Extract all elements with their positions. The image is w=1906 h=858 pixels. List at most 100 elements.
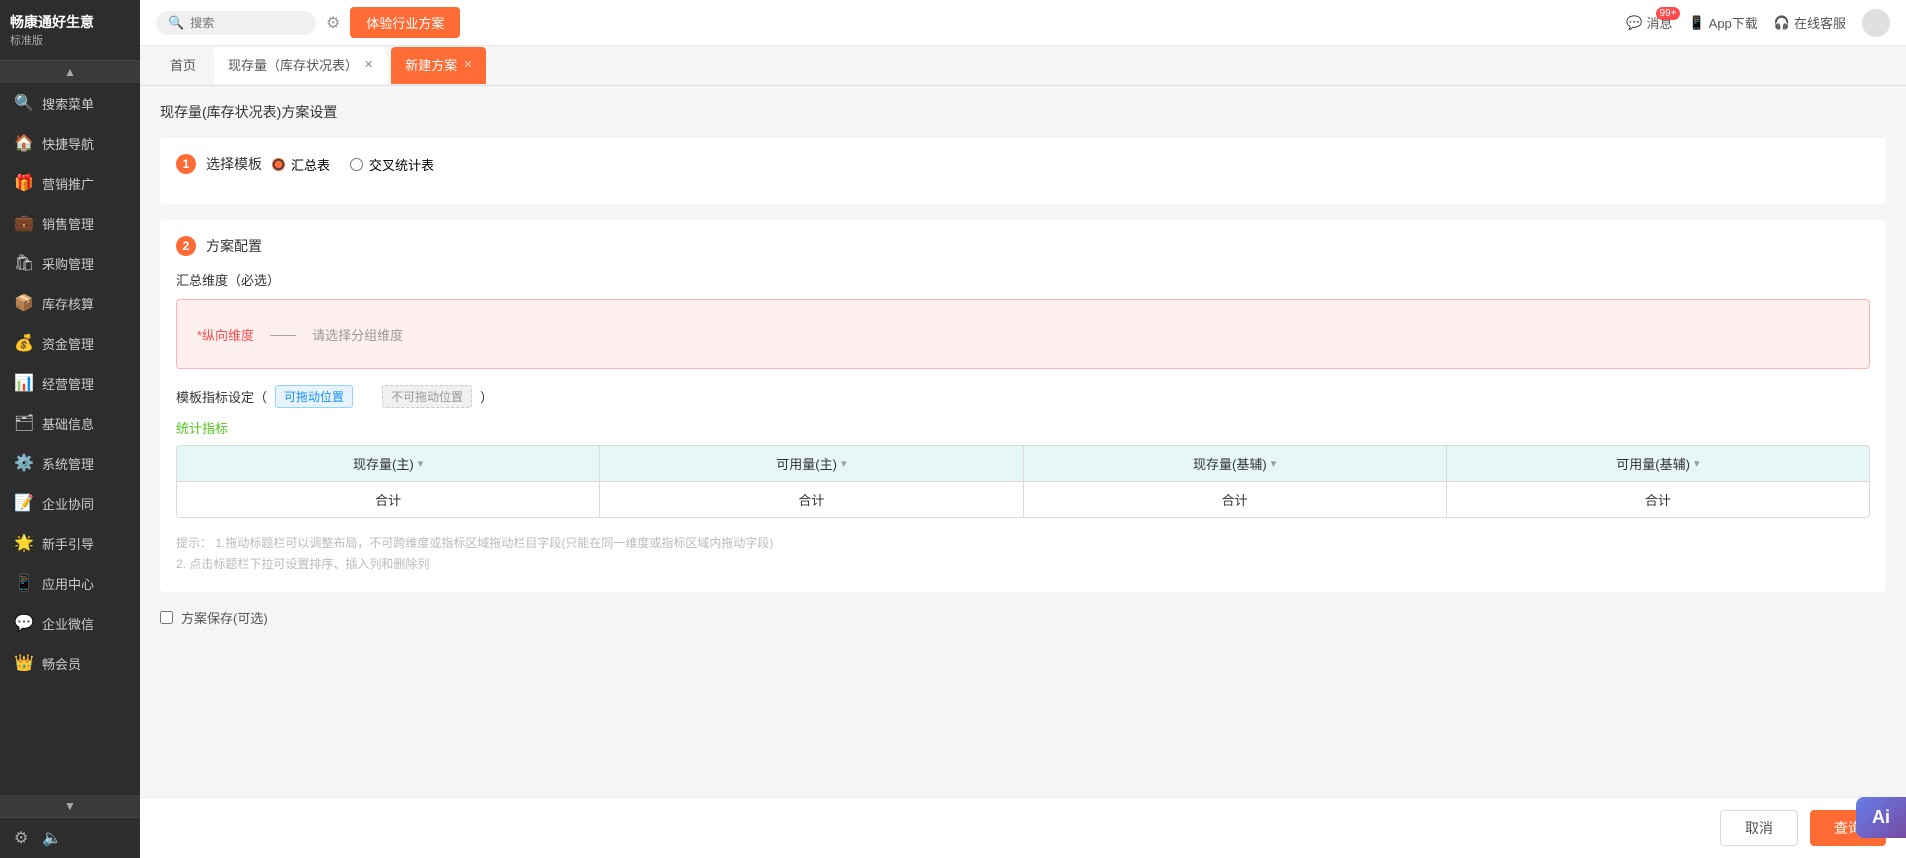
industry-btn[interactable]: 体验行业方案 xyxy=(350,7,460,38)
app-download-item[interactable]: 📱 App下载 xyxy=(1688,13,1757,32)
sidebar-item-search[interactable]: 🔍 搜索菜单 xyxy=(0,83,140,123)
sidebar-label-purchase: 采购管理 xyxy=(42,254,94,273)
sidebar-item-finance[interactable]: 💰 资金管理 xyxy=(0,323,140,363)
radio-cross-input[interactable] xyxy=(350,158,363,171)
tab-home[interactable]: 首页 xyxy=(156,47,210,84)
operations-icon: 📊 xyxy=(14,373,34,393)
search-icon: 🔍 xyxy=(168,15,184,31)
topbar-search[interactable]: 🔍 xyxy=(156,11,316,35)
step2-title: 方案配置 xyxy=(206,236,262,256)
chevron-down-icon-3: ▾ xyxy=(1694,457,1700,470)
metrics-table: 现存量(主) ▾ 可用量(主) ▾ 现存量(基辅) ▾ 可用量(基辅) xyxy=(176,445,1870,518)
metrics-settings: 模板指标设定（ 可拖动位置 不可拖动位置 ） 统计指标 现存量(主) ▾ 可 xyxy=(176,385,1870,572)
settings-icon[interactable]: ⚙ xyxy=(14,828,28,848)
col-data-1: 合计 xyxy=(600,482,1023,517)
tabs-bar: 首页 现存量（库存状况表） ✕ 新建方案 ✕ xyxy=(140,46,1906,86)
save-checkbox[interactable] xyxy=(160,611,173,624)
sidebar-item-inventory[interactable]: 📦 库存核算 xyxy=(0,283,140,323)
app-download-label: App下载 xyxy=(1709,13,1758,32)
tab-inventory-close[interactable]: ✕ xyxy=(364,58,373,71)
app-edition: 标准版 xyxy=(10,32,130,48)
col-label-2: 现存量(基辅) xyxy=(1193,454,1267,473)
cancel-button[interactable]: 取消 xyxy=(1720,810,1798,846)
sidebar-label-shortcut: 快捷导航 xyxy=(42,134,94,153)
step1-section: 1 选择模板 汇总表 交叉统计表 xyxy=(160,138,1886,204)
online-service-item[interactable]: 🎧 在线客服 xyxy=(1774,13,1846,32)
contract-icon: 📝 xyxy=(14,493,34,513)
apps-icon: 📱 xyxy=(14,573,34,593)
sidebar-item-apps[interactable]: 📱 应用中心 xyxy=(0,563,140,603)
col-header-0[interactable]: 现存量(主) ▾ xyxy=(177,446,600,481)
tab-new-plan-label: 新建方案 xyxy=(405,55,457,74)
message-icon: 💬 xyxy=(1626,15,1642,31)
sidebar-label-system: 系统管理 xyxy=(42,454,94,473)
member-icon: 👑 xyxy=(14,653,34,673)
stats-section-label: 统计指标 xyxy=(176,418,1870,437)
dimension-area[interactable]: *纵向维度 —— 请选择分组维度 xyxy=(176,299,1870,369)
drag-badge: 可拖动位置 xyxy=(275,385,353,408)
sidebar-item-wechat[interactable]: 💬 企业微信 xyxy=(0,603,140,643)
gear-icon[interactable]: ⚙ xyxy=(326,13,340,33)
home-icon: 🏠 xyxy=(14,133,34,153)
online-service-label: 在线客服 xyxy=(1794,13,1846,32)
metrics-sep xyxy=(361,387,374,406)
sidebar: 畅康通好生意 标准版 ▲ 🔍 搜索菜单 🏠 快捷导航 🎁 营销推广 💼 销售管理… xyxy=(0,0,140,858)
main-area: 🔍 ⚙ 体验行业方案 💬 消息 99+ 📱 App下载 🎧 在线客服 首页 xyxy=(140,0,1906,858)
save-label[interactable]: 方案保存(可选) xyxy=(181,608,268,627)
tab-new-plan-close[interactable]: ✕ xyxy=(463,58,472,71)
col-header-3[interactable]: 可用量(基辅) ▾ xyxy=(1447,446,1869,481)
base-icon: 🗂 xyxy=(14,413,34,433)
inventory-icon: 📦 xyxy=(14,293,34,313)
col-label-1: 可用量(主) xyxy=(776,454,837,473)
sidebar-item-member[interactable]: 👑 畅会员 xyxy=(0,643,140,683)
sidebar-scroll-up[interactable]: ▲ xyxy=(0,61,140,83)
speaker-icon[interactable]: 🔈 xyxy=(42,828,62,848)
sidebar-item-sales[interactable]: 💼 销售管理 xyxy=(0,203,140,243)
sidebar-label-marketing: 营销推广 xyxy=(42,174,94,193)
topbar-right: 💬 消息 99+ 📱 App下载 🎧 在线客服 xyxy=(1626,9,1890,37)
sidebar-item-shortcut[interactable]: 🏠 快捷导航 xyxy=(0,123,140,163)
sidebar-label-guide: 新手引导 xyxy=(42,534,94,553)
ai-badge[interactable]: Ai xyxy=(1856,797,1906,838)
dimension-label: 汇总维度（必选） xyxy=(176,270,1870,289)
col-header-1[interactable]: 可用量(主) ▾ xyxy=(600,446,1023,481)
sidebar-item-contract[interactable]: 📝 企业协同 xyxy=(0,483,140,523)
col-header-2[interactable]: 现存量(基辅) ▾ xyxy=(1024,446,1447,481)
search-input[interactable] xyxy=(190,16,290,30)
col-data-3: 合计 xyxy=(1447,482,1869,517)
radio-summary-input[interactable] xyxy=(272,158,285,171)
tips-section: 提示： 1.拖动标题栏可以调整布局，不可跨维度或指标区域拖动栏目字段(只能在同一… xyxy=(176,534,1870,572)
sidebar-item-operations[interactable]: 📊 经营管理 xyxy=(0,363,140,403)
tab-new-plan[interactable]: 新建方案 ✕ xyxy=(391,47,486,84)
sidebar-item-purchase[interactable]: 🛍 采购管理 xyxy=(0,243,140,283)
no-drag-badge: 不可拖动位置 xyxy=(382,385,472,408)
sidebar-item-guide[interactable]: 🌟 新手引导 xyxy=(0,523,140,563)
sidebar-nav: 🔍 搜索菜单 🏠 快捷导航 🎁 营销推广 💼 销售管理 🛍 采购管理 📦 库存核… xyxy=(0,83,140,795)
radio-cross[interactable]: 交叉统计表 xyxy=(350,155,434,174)
step1-header: 1 选择模板 汇总表 交叉统计表 xyxy=(176,154,1870,174)
gift-icon: 🎁 xyxy=(14,173,34,193)
sidebar-label-search: 搜索菜单 xyxy=(42,94,94,113)
sidebar-scroll-down[interactable]: ▼ xyxy=(0,795,140,817)
dimension-dash: —— xyxy=(270,327,296,342)
sidebar-item-marketing[interactable]: 🎁 营销推广 xyxy=(0,163,140,203)
headset-icon: 🎧 xyxy=(1774,15,1790,31)
search-icon: 🔍 xyxy=(14,93,34,113)
sidebar-item-base[interactable]: 🗂 基础信息 xyxy=(0,403,140,443)
sidebar-label-contract: 企业协同 xyxy=(42,494,94,513)
content-area: 现存量(库存状况表)方案设置 1 选择模板 汇总表 交叉统计表 xyxy=(140,86,1906,797)
metrics-header-row: 现存量(主) ▾ 可用量(主) ▾ 现存量(基辅) ▾ 可用量(基辅) xyxy=(177,446,1869,481)
radio-summary[interactable]: 汇总表 xyxy=(272,155,330,174)
user-avatar[interactable] xyxy=(1862,9,1890,37)
topbar: 🔍 ⚙ 体验行业方案 💬 消息 99+ 📱 App下载 🎧 在线客服 xyxy=(140,0,1906,46)
tab-inventory[interactable]: 现存量（库存状况表） ✕ xyxy=(214,47,387,84)
message-item[interactable]: 💬 消息 99+ xyxy=(1626,13,1672,32)
chevron-down-icon-2: ▾ xyxy=(1271,457,1277,470)
chevron-down-icon-1: ▾ xyxy=(841,457,847,470)
sidebar-label-member: 畅会员 xyxy=(42,654,81,673)
sidebar-logo: 畅康通好生意 标准版 xyxy=(0,0,140,61)
message-badge: 99+ xyxy=(1656,7,1681,20)
sidebar-item-system[interactable]: ⚙️ 系统管理 xyxy=(0,443,140,483)
finance-icon: 💰 xyxy=(14,333,34,353)
sidebar-label-wechat: 企业微信 xyxy=(42,614,94,633)
